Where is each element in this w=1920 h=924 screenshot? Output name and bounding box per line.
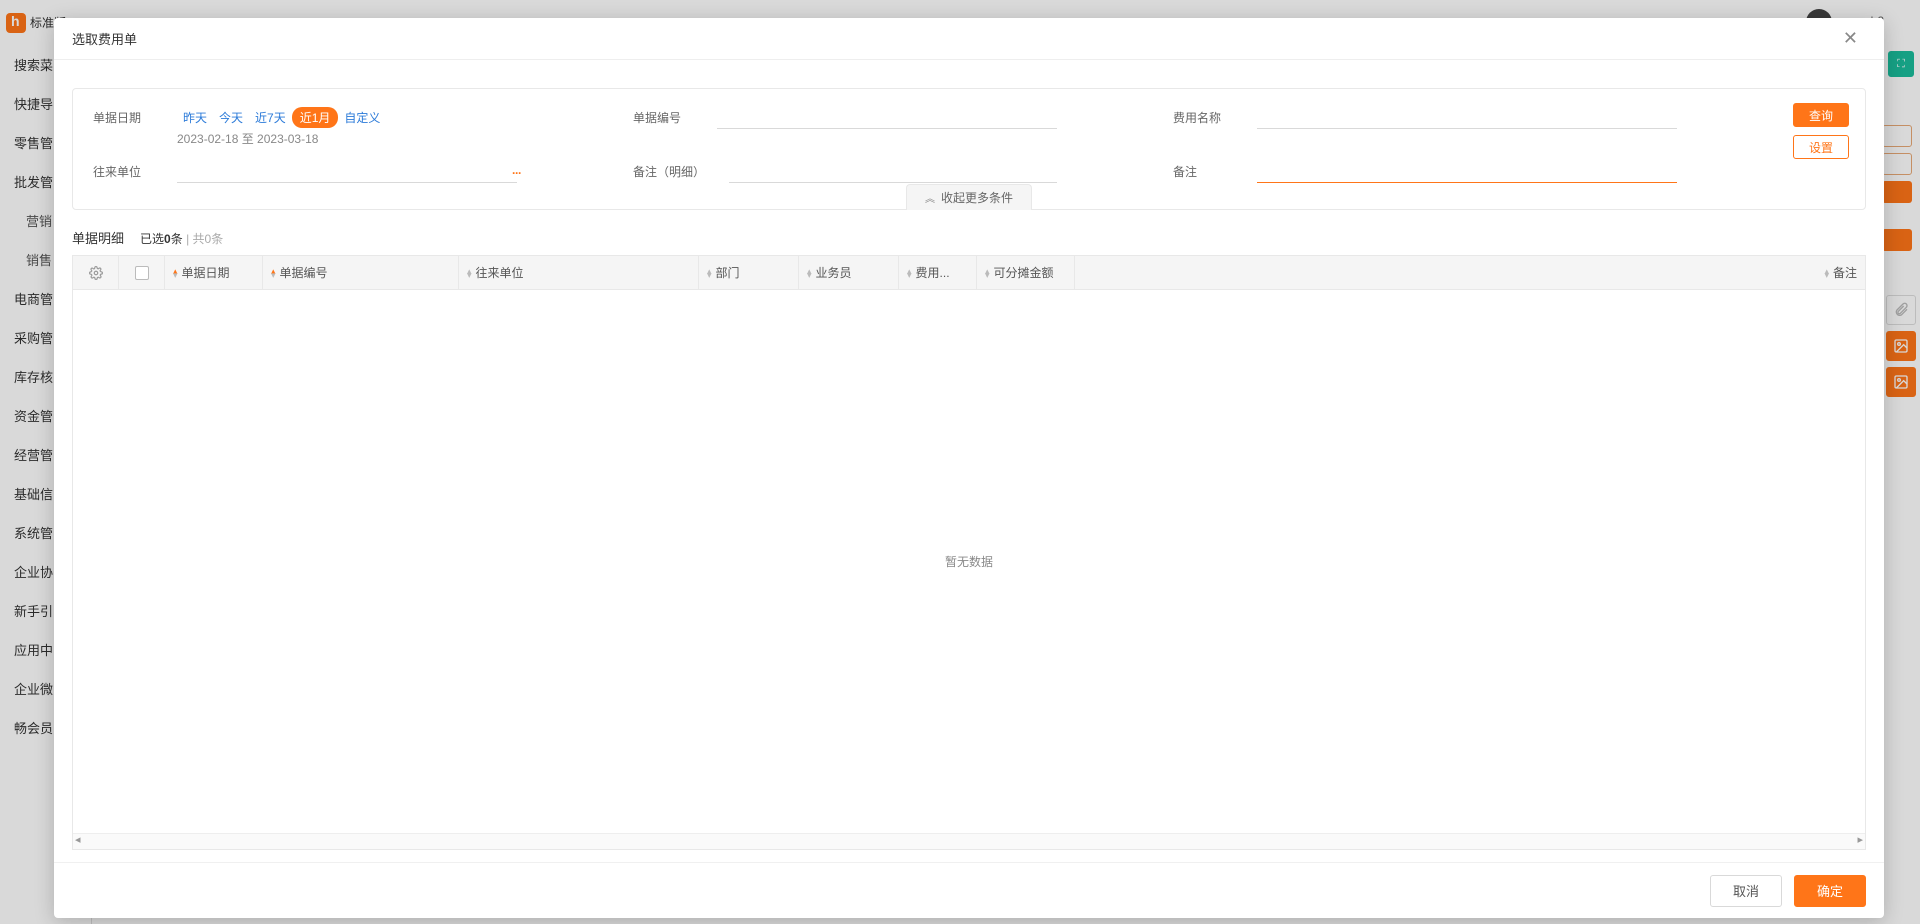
collapse-text: 收起更多条件 xyxy=(941,189,1013,206)
column-settings[interactable] xyxy=(73,256,119,289)
date-quick-chips: 昨天 今天 近7天 近1月 自定义 xyxy=(177,107,386,128)
modal-title: 选取费用单 xyxy=(72,29,137,48)
cancel-button[interactable]: 取消 xyxy=(1710,875,1782,907)
chevron-up-icon: ︽ xyxy=(925,190,935,205)
sort-icon: ▴▾ xyxy=(707,269,712,277)
close-icon: ✕ xyxy=(1843,28,1858,48)
date-chip-today[interactable]: 今天 xyxy=(213,107,249,128)
column-date[interactable]: ▴▾ 单据日期 xyxy=(165,256,263,289)
query-button[interactable]: 查询 xyxy=(1793,103,1849,127)
date-chip-yesterday[interactable]: 昨天 xyxy=(177,107,213,128)
modal-close-button[interactable]: ✕ xyxy=(1835,24,1866,53)
collapse-conditions-button[interactable]: ︽ 收起更多条件 xyxy=(906,184,1032,210)
column-select-all[interactable] xyxy=(119,256,165,289)
date-chip-last-month[interactable]: 近1月 xyxy=(292,107,339,128)
confirm-button[interactable]: 确定 xyxy=(1794,875,1866,907)
filter-panel: 单据日期 昨天 今天 近7天 近1月 自定义 2023-02-18 至 2023… xyxy=(72,88,1866,210)
gear-icon xyxy=(89,266,103,280)
sort-icon: ▴▾ xyxy=(985,269,990,277)
remark-detail-input[interactable] xyxy=(729,161,1057,183)
date-chip-last7[interactable]: 近7天 xyxy=(249,107,292,128)
settings-button[interactable]: 设置 xyxy=(1793,135,1849,159)
sort-icon: ▴▾ xyxy=(467,269,472,277)
column-staff[interactable]: ▴▾ 业务员 xyxy=(799,256,899,289)
column-allocatable[interactable]: ▴▾ 可分摊金额 xyxy=(977,256,1075,289)
table-header-row: ▴▾ 单据日期 ▴▾ 单据编号 ▴▾ 往来单位 ▴▾ 部门 ▴▾ 业务员 xyxy=(73,256,1865,290)
sort-icon: ▴▾ xyxy=(271,269,276,277)
filter-label-remark-detail: 备注（明细） xyxy=(633,161,729,180)
modal-header: 选取费用单 ✕ xyxy=(54,18,1884,60)
list-title: 单据明细 xyxy=(72,228,124,247)
table-empty-state: 暂无数据 xyxy=(73,290,1865,833)
filter-label-date: 单据日期 xyxy=(93,107,177,126)
data-table: ▴▾ 单据日期 ▴▾ 单据编号 ▴▾ 往来单位 ▴▾ 部门 ▴▾ 业务员 xyxy=(72,255,1866,850)
horizontal-scrollbar[interactable] xyxy=(73,833,1865,849)
modal-footer: 取消 确定 xyxy=(54,862,1884,918)
select-expense-modal: 选取费用单 ✕ 单据日期 昨天 今天 近7天 近1月 自定义 xyxy=(54,18,1884,918)
filter-label-fee-name: 费用名称 xyxy=(1173,107,1257,126)
filter-label-remark: 备注 xyxy=(1173,161,1257,180)
column-dept[interactable]: ▴▾ 部门 xyxy=(699,256,799,289)
list-selection-count: 已选0条 | 共0条 xyxy=(140,230,223,247)
column-fee[interactable]: ▴▾ 费用... xyxy=(899,256,977,289)
column-remark[interactable]: ▴▾ 备注 xyxy=(1075,256,1865,289)
sort-icon: ▴▾ xyxy=(807,269,812,277)
filter-label-party: 往来单位 xyxy=(93,161,177,180)
party-more-icon[interactable]: ··· xyxy=(512,166,521,180)
date-range-text: 2023-02-18 至 2023-03-18 xyxy=(177,130,386,147)
remark-input[interactable] xyxy=(1257,161,1677,183)
fee-name-input[interactable] xyxy=(1257,107,1677,129)
list-heading: 单据明细 已选0条 | 共0条 xyxy=(72,228,1866,247)
checkbox-icon xyxy=(135,266,149,280)
sort-icon: ▴▾ xyxy=(907,269,912,277)
filter-label-doc-no: 单据编号 xyxy=(633,107,717,126)
date-chip-custom[interactable]: 自定义 xyxy=(338,107,386,128)
sort-icon: ▴▾ xyxy=(173,269,178,277)
doc-no-input[interactable] xyxy=(717,107,1057,129)
column-party[interactable]: ▴▾ 往来单位 xyxy=(459,256,699,289)
column-doc-no[interactable]: ▴▾ 单据编号 xyxy=(263,256,459,289)
sort-icon: ▴▾ xyxy=(1824,269,1829,277)
party-input[interactable] xyxy=(177,161,517,183)
modal-body: 单据日期 昨天 今天 近7天 近1月 自定义 2023-02-18 至 2023… xyxy=(54,60,1884,862)
filter-actions: 查询 设置 xyxy=(1793,103,1849,159)
